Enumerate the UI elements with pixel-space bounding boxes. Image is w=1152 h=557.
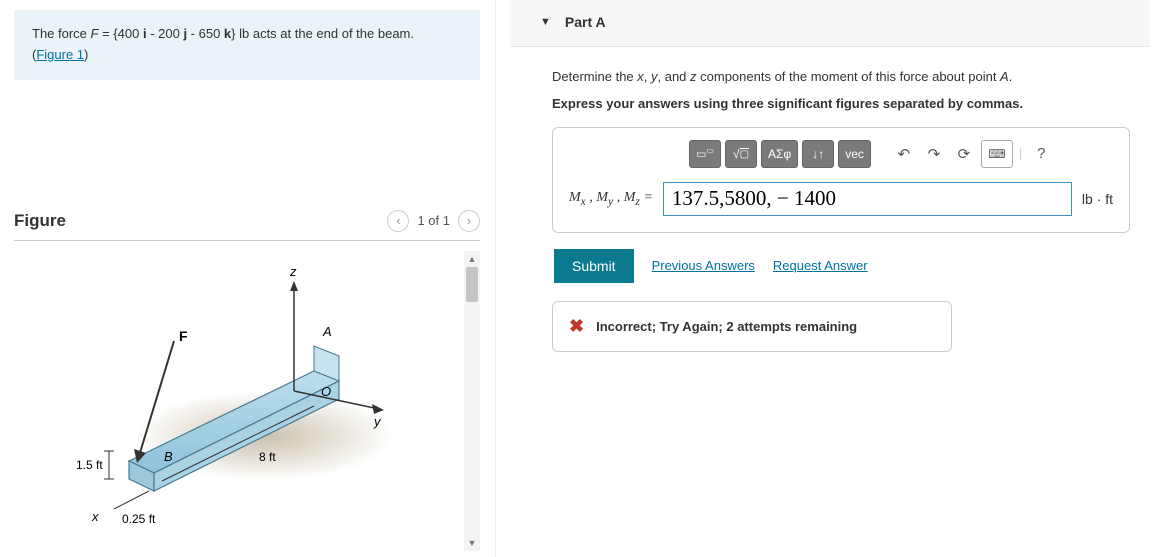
svg-text:z: z bbox=[289, 264, 297, 279]
equation-toolbar: ▭▭ √▢ ΑΣφ ↓↑ vec ↶ ↷ ⟳ ⌨ | ? bbox=[569, 140, 1113, 168]
panel-divider bbox=[495, 0, 496, 557]
scroll-up-icon[interactable]: ▲ bbox=[464, 251, 480, 267]
question-area: Determine the x, y, and z components of … bbox=[510, 47, 1150, 352]
help-button[interactable]: ? bbox=[1028, 140, 1054, 168]
previous-answers-link[interactable]: Previous Answers bbox=[652, 258, 755, 273]
sqrt-button[interactable]: √▢ bbox=[725, 140, 757, 168]
svg-text:F: F bbox=[179, 328, 188, 344]
incorrect-icon: ✖ bbox=[569, 316, 584, 337]
figure-body: z y A O B F 8 ft bbox=[14, 251, 480, 551]
figure-link[interactable]: Figure 1 bbox=[36, 47, 84, 62]
question-text: Determine the x, y, and z components of … bbox=[552, 67, 1130, 88]
svg-text:x: x bbox=[91, 509, 99, 524]
svg-text:1.5 ft: 1.5 ft bbox=[76, 458, 103, 472]
figure-counter: 1 of 1 bbox=[417, 213, 450, 228]
keyboard-button[interactable]: ⌨ bbox=[981, 140, 1013, 168]
feedback-box: ✖ Incorrect; Try Again; 2 attempts remai… bbox=[552, 301, 952, 352]
svg-text:A: A bbox=[322, 324, 332, 339]
right-panel: ▼ Part A Determine the x, y, and z compo… bbox=[510, 0, 1150, 557]
subsup-button[interactable]: ↓↑ bbox=[802, 140, 834, 168]
action-row: Submit Previous Answers Request Answer bbox=[552, 249, 1130, 283]
scroll-thumb[interactable] bbox=[466, 267, 478, 302]
problem-text: The force F = {400 i - 200 j - 650 k} lb… bbox=[32, 26, 414, 41]
greek-button[interactable]: ΑΣφ bbox=[761, 140, 798, 168]
redo-button[interactable]: ↷ bbox=[921, 140, 947, 168]
figure-prev-button[interactable]: ‹ bbox=[387, 210, 409, 232]
request-answer-link[interactable]: Request Answer bbox=[773, 258, 868, 273]
svg-text:O: O bbox=[321, 384, 331, 399]
collapse-caret-icon[interactable]: ▼ bbox=[540, 16, 551, 28]
templates-button[interactable]: ▭▭ bbox=[689, 140, 721, 168]
vec-button[interactable]: vec bbox=[838, 140, 871, 168]
answer-label: Mx , My , Mz = bbox=[569, 190, 653, 208]
answer-instructions: Express your answers using three signifi… bbox=[552, 96, 1130, 111]
answer-row: Mx , My , Mz = lb · ft bbox=[569, 182, 1113, 216]
svg-text:0.25 ft: 0.25 ft bbox=[122, 512, 156, 526]
svg-text:B: B bbox=[164, 449, 173, 464]
figure-next-button[interactable]: › bbox=[458, 210, 480, 232]
submit-button[interactable]: Submit bbox=[554, 249, 634, 283]
svg-text:8 ft: 8 ft bbox=[259, 450, 276, 464]
scroll-down-icon[interactable]: ▼ bbox=[464, 535, 480, 551]
figure-section: Figure ‹ 1 of 1 › bbox=[0, 210, 490, 551]
problem-statement: The force F = {400 i - 200 j - 650 k} lb… bbox=[14, 10, 480, 80]
undo-button[interactable]: ↶ bbox=[891, 140, 917, 168]
figure-image: z y A O B F 8 ft bbox=[34, 251, 454, 531]
part-header[interactable]: ▼ Part A bbox=[510, 0, 1150, 47]
feedback-text: Incorrect; Try Again; 2 attempts remaini… bbox=[596, 319, 857, 334]
part-title: Part A bbox=[565, 14, 606, 30]
figure-title: Figure bbox=[14, 211, 66, 231]
reset-button[interactable]: ⟳ bbox=[951, 140, 977, 168]
answer-box: ▭▭ √▢ ΑΣφ ↓↑ vec ↶ ↷ ⟳ ⌨ | ? Mx , My , M… bbox=[552, 127, 1130, 233]
figure-nav: ‹ 1 of 1 › bbox=[387, 210, 480, 232]
answer-input[interactable] bbox=[663, 182, 1072, 216]
figure-scrollbar[interactable]: ▲ ▼ bbox=[464, 251, 480, 551]
answer-units: lb · ft bbox=[1082, 191, 1113, 207]
left-panel: The force F = {400 i - 200 j - 650 k} lb… bbox=[0, 0, 490, 557]
figure-header: Figure ‹ 1 of 1 › bbox=[14, 210, 480, 241]
